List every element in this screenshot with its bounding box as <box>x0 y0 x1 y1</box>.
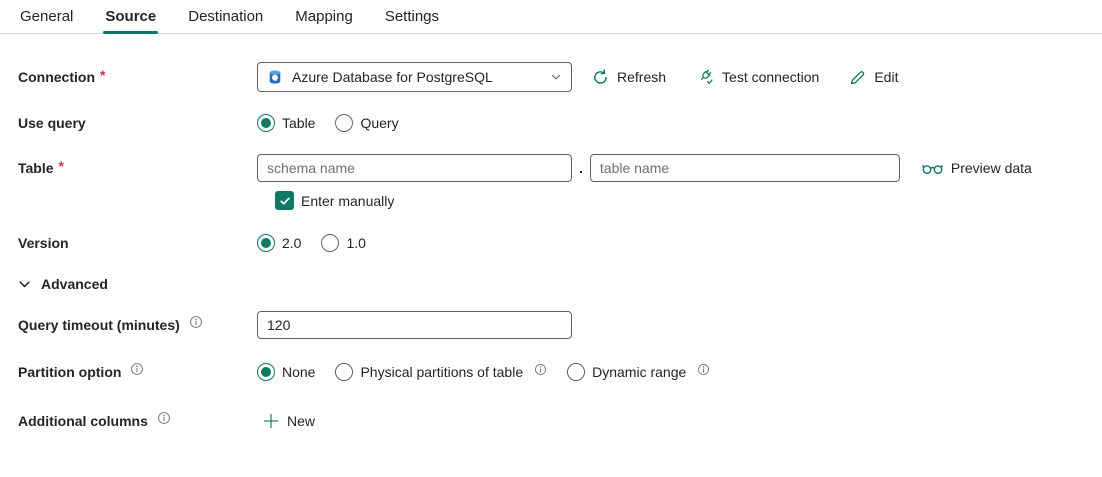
version-label: Version <box>18 235 69 251</box>
radio-label: Table <box>282 115 316 131</box>
edit-button[interactable]: Edit <box>849 69 898 86</box>
test-connection-label: Test connection <box>722 69 820 85</box>
partition-option-row: Partition option None Physical partition… <box>0 363 1102 381</box>
refresh-icon <box>592 68 609 86</box>
edit-label: Edit <box>874 69 899 85</box>
preview-data-label: Preview data <box>950 160 1032 176</box>
connection-label-cell: Connection * <box>0 67 257 85</box>
table-row: Table * . Preview data <box>0 154 1102 182</box>
radio-label: Dynamic range <box>592 364 687 380</box>
version-radio-group: 2.0 1.0 <box>257 234 366 252</box>
chevron-down-icon <box>550 71 562 83</box>
use-query-radio-group: Table Query <box>257 114 399 132</box>
partition-option-label: Partition option <box>18 364 122 380</box>
radio-option-query[interactable]: Query <box>335 114 399 132</box>
tab-general[interactable]: General <box>18 2 75 33</box>
checkbox-checked-icon <box>275 191 294 210</box>
radio-icon <box>335 114 354 132</box>
radio-option-v1[interactable]: 1.0 <box>321 234 366 252</box>
glasses-icon <box>922 161 943 175</box>
radio-option-v2[interactable]: 2.0 <box>257 234 301 252</box>
connection-label: Connection <box>18 69 95 85</box>
radio-option-physical-partitions[interactable]: Physical partitions of table <box>335 363 547 381</box>
advanced-section-toggle[interactable]: Advanced <box>18 276 108 292</box>
connection-row: Connection * Azure Database for PostgreS… <box>0 62 1102 92</box>
additional-columns-row: Additional columns New <box>0 411 1102 429</box>
radio-icon <box>257 234 275 252</box>
required-asterisk: * <box>100 67 106 83</box>
table-label: Table <box>18 160 54 176</box>
query-timeout-label: Query timeout (minutes) <box>18 317 180 333</box>
radio-icon <box>257 363 275 381</box>
enter-manually-checkbox-option[interactable]: Enter manually <box>275 191 394 210</box>
radio-option-table[interactable]: Table <box>257 114 315 132</box>
query-timeout-input[interactable] <box>257 311 572 339</box>
connection-dropdown[interactable]: Azure Database for PostgreSQL <box>257 62 572 92</box>
tab-mapping[interactable]: Mapping <box>293 2 355 33</box>
enter-manually-row: Enter manually <box>275 191 1102 210</box>
radio-label: Query <box>360 115 399 131</box>
partition-radio-group: None Physical partitions of table Dynami… <box>257 363 710 381</box>
info-icon[interactable] <box>130 362 144 376</box>
tab-settings[interactable]: Settings <box>383 2 441 33</box>
radio-icon <box>321 234 340 252</box>
postgresql-database-icon <box>267 69 283 85</box>
radio-label: None <box>282 364 316 380</box>
required-asterisk: * <box>58 158 64 174</box>
table-name-input[interactable] <box>589 154 900 182</box>
radio-label: 1.0 <box>346 235 366 251</box>
radio-label: 2.0 <box>282 235 302 251</box>
refresh-button[interactable]: Refresh <box>592 68 667 86</box>
tab-source[interactable]: Source <box>103 2 159 34</box>
tab-destination[interactable]: Destination <box>186 2 265 33</box>
additional-columns-label: Additional columns <box>18 413 148 429</box>
radio-icon <box>335 363 354 381</box>
version-row: Version 2.0 1.0 <box>0 234 1102 252</box>
schema-name-input[interactable] <box>257 154 572 182</box>
plus-icon <box>263 413 279 429</box>
enter-manually-label: Enter manually <box>301 192 395 209</box>
info-icon[interactable] <box>534 363 547 376</box>
advanced-label: Advanced <box>41 276 108 292</box>
info-icon[interactable] <box>189 315 203 329</box>
info-icon[interactable] <box>157 411 171 425</box>
preview-data-button[interactable]: Preview data <box>922 160 1032 176</box>
query-timeout-row: Query timeout (minutes) <box>0 311 1102 339</box>
new-additional-column-button[interactable]: New <box>263 413 315 429</box>
radio-option-none[interactable]: None <box>257 363 315 381</box>
use-query-row: Use query Table Query <box>0 114 1102 132</box>
radio-option-dynamic-range[interactable]: Dynamic range <box>567 363 710 381</box>
tab-bar: General Source Destination Mapping Setti… <box>0 0 1102 34</box>
test-connection-button[interactable]: Test connection <box>696 68 819 86</box>
radio-icon <box>257 114 275 132</box>
radio-label: Physical partitions of table <box>360 364 524 380</box>
refresh-label: Refresh <box>617 69 667 85</box>
connection-dropdown-value: Azure Database for PostgreSQL <box>292 69 493 85</box>
new-button-label: New <box>287 413 316 429</box>
chevron-down-icon <box>18 278 31 291</box>
info-icon[interactable] <box>697 363 710 376</box>
pencil-icon <box>849 69 866 86</box>
radio-icon <box>567 363 586 381</box>
plug-icon <box>696 68 714 86</box>
use-query-label: Use query <box>18 115 86 131</box>
schema-table-separator: . <box>579 160 583 176</box>
